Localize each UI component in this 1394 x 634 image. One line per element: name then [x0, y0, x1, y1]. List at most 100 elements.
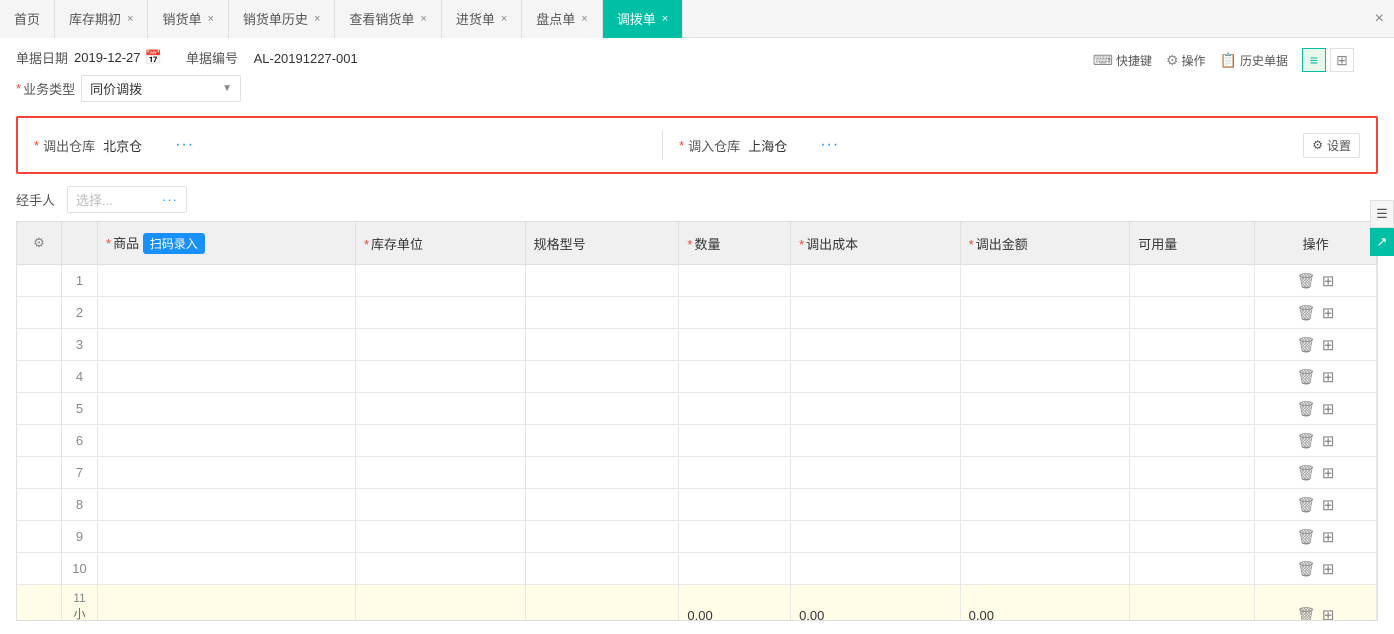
- tab-sales-order[interactable]: 销货单 ×: [148, 0, 228, 38]
- shortcut-key-button[interactable]: ⌨ 快捷键: [1093, 52, 1152, 69]
- close-icon[interactable]: ×: [207, 13, 213, 25]
- close-all-tabs-button[interactable]: ×: [1375, 10, 1384, 28]
- row-amount[interactable]: [960, 553, 1130, 585]
- row-spec[interactable]: [525, 297, 679, 329]
- copy-icon[interactable]: ⊞: [1322, 528, 1335, 546]
- row-cost[interactable]: [791, 393, 961, 425]
- tab-inventory-init[interactable]: 库存期初 ×: [55, 0, 148, 38]
- tab-view-sales[interactable]: 查看销货单 ×: [335, 0, 441, 38]
- row-cost[interactable]: [791, 489, 961, 521]
- row-product[interactable]: [98, 553, 356, 585]
- operations-button[interactable]: ⚙ 操作: [1166, 52, 1206, 69]
- row-amount[interactable]: [960, 521, 1130, 553]
- row-unit[interactable]: [355, 425, 525, 457]
- row-amount[interactable]: [960, 297, 1130, 329]
- close-icon[interactable]: ×: [314, 13, 320, 25]
- row-cost[interactable]: [791, 297, 961, 329]
- table-gear-icon[interactable]: ⚙: [25, 229, 53, 257]
- delete-icon[interactable]: 🗑: [1297, 272, 1316, 290]
- copy-icon[interactable]: ⊞: [1322, 432, 1335, 450]
- row-unit[interactable]: [355, 457, 525, 489]
- row-qty[interactable]: [679, 425, 791, 457]
- row-product[interactable]: [98, 521, 356, 553]
- row-spec[interactable]: [525, 265, 679, 297]
- row-product[interactable]: [98, 297, 356, 329]
- delete-icon[interactable]: 🗑: [1297, 606, 1316, 621]
- row-unit[interactable]: [355, 489, 525, 521]
- row-cost[interactable]: [791, 521, 961, 553]
- delete-icon[interactable]: 🗑: [1297, 400, 1316, 418]
- row-cost[interactable]: [791, 425, 961, 457]
- row-product[interactable]: [98, 489, 356, 521]
- row-spec[interactable]: [525, 361, 679, 393]
- row-qty[interactable]: [679, 297, 791, 329]
- handler-dropdown[interactable]: 选择... ···: [67, 186, 187, 213]
- row-spec[interactable]: [525, 521, 679, 553]
- handler-more-button[interactable]: ···: [162, 192, 178, 207]
- right-panel-expand-icon[interactable]: ↗: [1370, 228, 1394, 256]
- row-unit[interactable]: [355, 297, 525, 329]
- row-product[interactable]: [98, 265, 356, 297]
- copy-icon[interactable]: ⊞: [1322, 496, 1335, 514]
- row-qty[interactable]: [679, 329, 791, 361]
- delete-icon[interactable]: 🗑: [1297, 432, 1316, 450]
- warehouse-out-more-button[interactable]: ···: [175, 136, 194, 154]
- row-spec[interactable]: [525, 553, 679, 585]
- row-product[interactable]: [98, 425, 356, 457]
- copy-icon[interactable]: ⊞: [1322, 560, 1335, 578]
- row-unit[interactable]: [355, 361, 525, 393]
- row-product[interactable]: [98, 393, 356, 425]
- row-spec[interactable]: [525, 457, 679, 489]
- row-cost[interactable]: [791, 329, 961, 361]
- row-amount[interactable]: [960, 393, 1130, 425]
- row-product[interactable]: [98, 361, 356, 393]
- delete-icon[interactable]: 🗑: [1297, 336, 1316, 354]
- delete-icon[interactable]: 🗑: [1297, 464, 1316, 482]
- row-cost[interactable]: [791, 457, 961, 489]
- copy-icon[interactable]: ⊞: [1322, 606, 1335, 621]
- row-cost[interactable]: [791, 265, 961, 297]
- scan-enter-button[interactable]: 扫码录入: [143, 233, 205, 254]
- row-amount[interactable]: [960, 265, 1130, 297]
- row-spec[interactable]: [525, 425, 679, 457]
- row-qty[interactable]: [679, 457, 791, 489]
- row-qty[interactable]: [679, 393, 791, 425]
- row-unit[interactable]: [355, 553, 525, 585]
- copy-icon[interactable]: ⊞: [1322, 464, 1335, 482]
- row-qty[interactable]: [679, 265, 791, 297]
- copy-icon[interactable]: ⊞: [1322, 400, 1335, 418]
- row-cost[interactable]: [791, 553, 961, 585]
- row-cost[interactable]: [791, 361, 961, 393]
- row-amount[interactable]: [960, 361, 1130, 393]
- close-icon[interactable]: ×: [420, 13, 426, 25]
- copy-icon[interactable]: ⊞: [1322, 368, 1335, 386]
- row-product[interactable]: [98, 457, 356, 489]
- row-qty[interactable]: [679, 489, 791, 521]
- history-button[interactable]: 📋 历史单据: [1220, 52, 1288, 69]
- settings-button[interactable]: ⚙ 设置: [1303, 133, 1360, 158]
- right-panel-list-icon[interactable]: ☰: [1370, 200, 1394, 228]
- copy-icon[interactable]: ⊞: [1322, 336, 1335, 354]
- row-unit[interactable]: [355, 265, 525, 297]
- copy-icon[interactable]: ⊞: [1322, 272, 1335, 290]
- row-amount[interactable]: [960, 425, 1130, 457]
- delete-icon[interactable]: 🗑: [1297, 560, 1316, 578]
- row-spec[interactable]: [525, 393, 679, 425]
- close-icon[interactable]: ×: [581, 13, 587, 25]
- tab-transfer[interactable]: 调拨单 ×: [603, 0, 683, 38]
- tab-sales-history[interactable]: 销货单历史 ×: [229, 0, 335, 38]
- row-unit[interactable]: [355, 393, 525, 425]
- delete-icon[interactable]: 🗑: [1297, 304, 1316, 322]
- close-icon[interactable]: ×: [127, 13, 133, 25]
- delete-icon[interactable]: 🗑: [1297, 368, 1316, 386]
- row-unit[interactable]: [355, 521, 525, 553]
- calendar-icon[interactable]: 📅: [145, 49, 162, 66]
- row-spec[interactable]: [525, 329, 679, 361]
- layout-icon-list[interactable]: ≡: [1302, 48, 1326, 72]
- row-amount[interactable]: [960, 329, 1130, 361]
- tab-purchase-order[interactable]: 进货单 ×: [442, 0, 522, 38]
- row-qty[interactable]: [679, 553, 791, 585]
- delete-icon[interactable]: 🗑: [1297, 496, 1316, 514]
- business-type-dropdown[interactable]: 同价调拨 ▼: [81, 75, 241, 102]
- row-qty[interactable]: [679, 521, 791, 553]
